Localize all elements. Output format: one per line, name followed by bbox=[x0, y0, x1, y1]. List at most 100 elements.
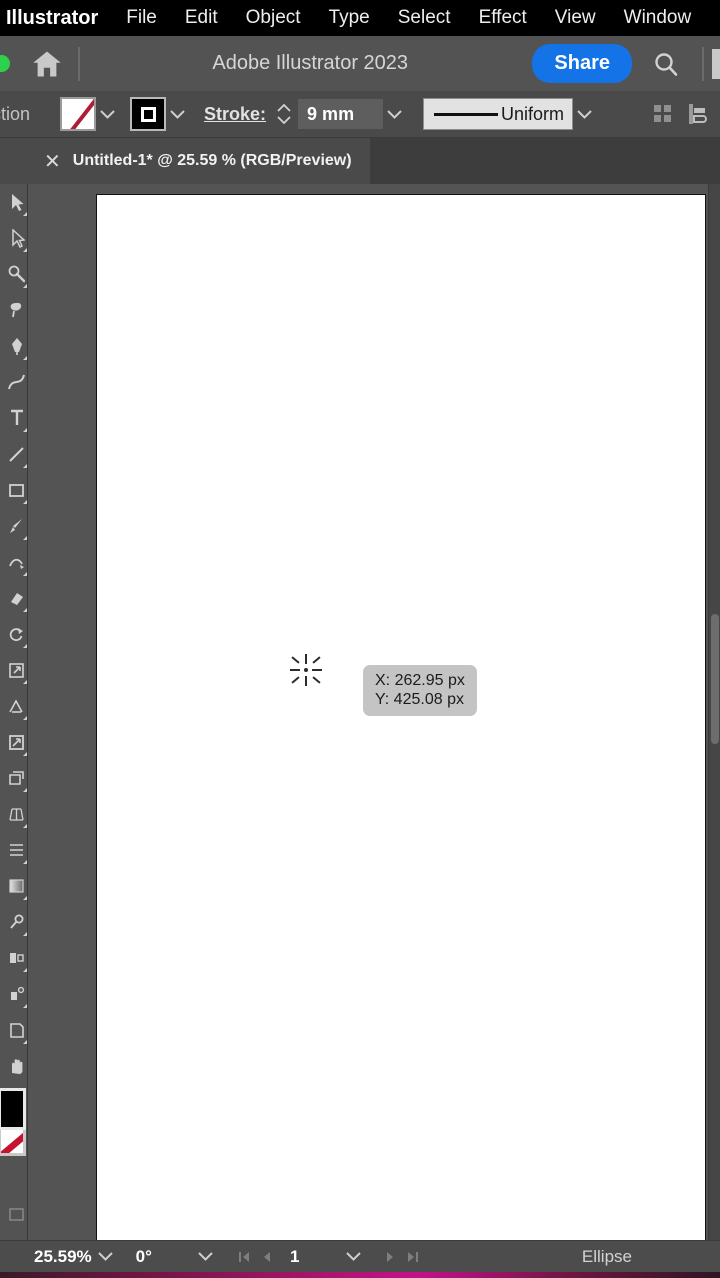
canvas-area[interactable]: X: 262.95 px Y: 425.08 px bbox=[28, 184, 708, 1240]
document-tab-strip: ✕ Untitled-1* @ 25.59 % (RGB/Preview) bbox=[0, 138, 720, 184]
zoom-level-dropdown[interactable] bbox=[92, 1244, 120, 1270]
menu-item-effect[interactable]: Effect bbox=[465, 7, 541, 29]
menu-item-view[interactable]: View bbox=[541, 7, 610, 29]
selection-tool[interactable] bbox=[0, 184, 27, 220]
active-tool-label: ction bbox=[0, 103, 31, 124]
menu-item-type[interactable]: Type bbox=[315, 7, 384, 29]
document-tab-title: Untitled-1* @ 25.59 % (RGB/Preview) bbox=[72, 152, 352, 169]
blend-icon bbox=[10, 953, 24, 963]
menu-app-name[interactable]: Illustrator bbox=[0, 7, 112, 30]
share-button[interactable]: Share bbox=[532, 44, 632, 83]
rotation-dropdown[interactable] bbox=[192, 1244, 220, 1270]
vertical-scrollbar[interactable] bbox=[708, 184, 720, 1240]
tabstrip-left-pad bbox=[0, 138, 30, 184]
fill-color-swatch[interactable] bbox=[60, 97, 97, 131]
search-button[interactable] bbox=[646, 44, 686, 84]
paintbrush-tool[interactable] bbox=[0, 508, 27, 544]
artboard-dropdown[interactable] bbox=[339, 1244, 367, 1270]
align-distribute-icon bbox=[689, 104, 707, 124]
blend-tool[interactable] bbox=[0, 940, 27, 976]
scale-icon bbox=[9, 662, 24, 678]
fill-swatch-chevron-down-icon[interactable] bbox=[96, 97, 118, 131]
menu-item-object[interactable]: Object bbox=[232, 7, 315, 29]
vertical-scrollbar-thumb[interactable] bbox=[711, 614, 719, 744]
artboard-tool[interactable] bbox=[0, 1012, 27, 1048]
artboard-number-input[interactable]: 1 bbox=[290, 1247, 299, 1267]
rotation-value[interactable]: 0° bbox=[136, 1247, 152, 1267]
status-bar: 25.59% 0° 1 Ellipse bbox=[0, 1240, 720, 1272]
close-icon[interactable]: ✕ bbox=[44, 149, 61, 174]
eraser-tool[interactable] bbox=[0, 580, 27, 616]
menu-item-window[interactable]: Window bbox=[610, 7, 706, 29]
coordinate-y: Y: 425.08 px bbox=[375, 691, 464, 708]
crosshair-cursor bbox=[290, 654, 322, 686]
stroke-weight-input[interactable]: 9 mm bbox=[298, 99, 384, 129]
appbar-divider-2 bbox=[702, 46, 704, 81]
eyedropper-icon bbox=[10, 914, 24, 929]
perspective-grid-icon bbox=[9, 807, 24, 821]
first-artboard-button[interactable] bbox=[234, 1244, 256, 1270]
last-artboard-button[interactable] bbox=[401, 1244, 423, 1270]
stroke-weight-chevron-down-icon[interactable] bbox=[383, 97, 405, 131]
rectangle-tool[interactable] bbox=[0, 472, 27, 508]
menu-bar: Illustrator File Edit Object Type Select… bbox=[0, 0, 720, 36]
free-transform-tool[interactable] bbox=[0, 724, 27, 760]
shape-builder-tool[interactable] bbox=[0, 760, 27, 796]
bottom-accent-line bbox=[0, 1272, 720, 1278]
zoom-level-value[interactable]: 25.59% bbox=[34, 1247, 92, 1267]
curvature-icon bbox=[8, 374, 25, 390]
perspective-grid-tool[interactable] bbox=[0, 796, 27, 832]
stroke-color-swatch[interactable] bbox=[130, 97, 167, 131]
pen-tool[interactable] bbox=[0, 328, 27, 364]
fill-stroke-indicator bbox=[0, 1088, 27, 1162]
curvature-tool[interactable] bbox=[0, 364, 27, 400]
stroke-profile-select[interactable]: Uniform bbox=[423, 98, 574, 130]
direct-selection-arrow-icon bbox=[12, 228, 25, 248]
home-button[interactable] bbox=[24, 41, 70, 87]
previous-artboard-button[interactable] bbox=[256, 1244, 278, 1270]
shaper-tool[interactable] bbox=[0, 544, 27, 580]
free-transform-icon bbox=[9, 734, 24, 750]
hand-tool[interactable] bbox=[0, 1048, 27, 1084]
menu-item-select[interactable]: Select bbox=[384, 7, 465, 29]
chevron-down-icon bbox=[198, 1252, 214, 1261]
shape-builder-icon bbox=[9, 770, 24, 785]
screen-mode-tool[interactable] bbox=[0, 1196, 27, 1232]
align-button[interactable] bbox=[680, 97, 714, 131]
rotate-tool[interactable] bbox=[0, 616, 27, 652]
symbol-sprayer-tool[interactable] bbox=[0, 976, 27, 1012]
magic-wand-icon bbox=[8, 265, 25, 283]
fill-color-swatch[interactable] bbox=[0, 1088, 26, 1130]
line-icon bbox=[9, 446, 24, 462]
workspace-switcher[interactable] bbox=[712, 48, 720, 79]
document-tab[interactable]: ✕ Untitled-1* @ 25.59 % (RGB/Preview) bbox=[30, 138, 370, 184]
window-maximize-button[interactable] bbox=[0, 55, 10, 72]
lasso-tool[interactable] bbox=[0, 292, 27, 328]
gradient-tool[interactable] bbox=[0, 868, 27, 904]
stroke-profile-chevron-down-icon[interactable] bbox=[573, 97, 595, 131]
mesh-tool[interactable] bbox=[0, 832, 27, 868]
direct-selection-tool[interactable] bbox=[0, 220, 27, 256]
type-tool[interactable] bbox=[0, 400, 27, 436]
rotate-icon bbox=[9, 627, 23, 641]
stroke-swatch-chevron-down-icon[interactable] bbox=[166, 97, 188, 131]
active-tool-status[interactable]: Ellipse bbox=[582, 1247, 632, 1267]
stroke-weight-stepper[interactable] bbox=[276, 97, 292, 131]
next-artboard-button[interactable] bbox=[379, 1244, 401, 1270]
scale-tool[interactable] bbox=[0, 652, 27, 688]
eyedropper-tool[interactable] bbox=[0, 904, 27, 940]
line-segment-tool[interactable] bbox=[0, 436, 27, 472]
application-title: Adobe Illustrator 2023 bbox=[212, 52, 409, 74]
artboard[interactable] bbox=[96, 194, 706, 1240]
width-icon bbox=[9, 698, 23, 713]
next-page-icon bbox=[387, 1251, 394, 1262]
artboard-icon bbox=[10, 1022, 24, 1038]
tools-panel bbox=[0, 184, 28, 1240]
width-tool[interactable] bbox=[0, 688, 27, 724]
menu-item-edit[interactable]: Edit bbox=[171, 7, 232, 29]
menu-item-file[interactable]: File bbox=[112, 7, 171, 29]
opacity-button[interactable] bbox=[646, 97, 680, 131]
stroke-weight-label[interactable]: Stroke: bbox=[204, 104, 266, 125]
shaper-icon bbox=[9, 558, 24, 569]
magic-wand-tool[interactable] bbox=[0, 256, 27, 292]
